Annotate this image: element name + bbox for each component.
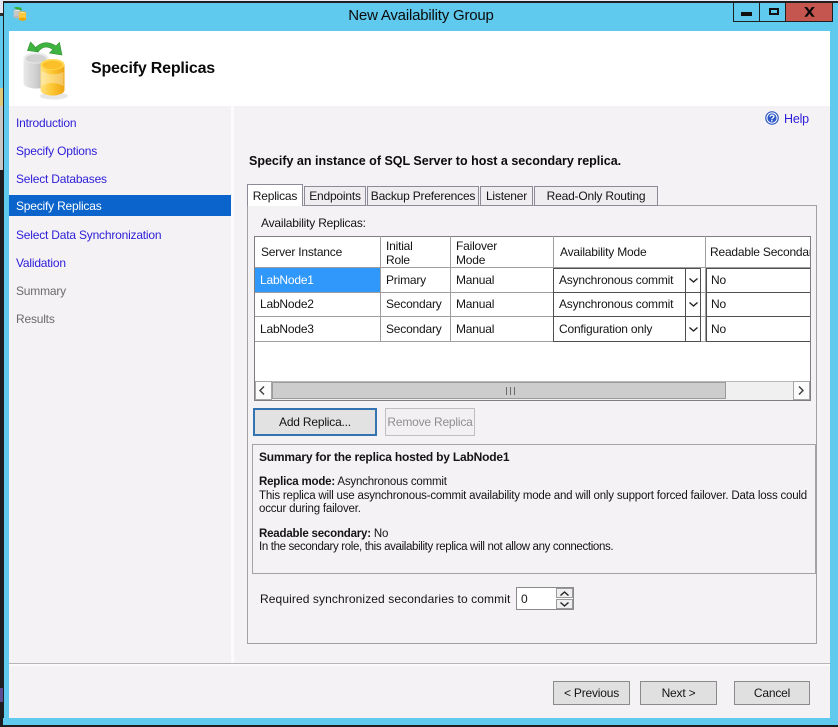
svg-text:?: ? — [769, 114, 775, 125]
